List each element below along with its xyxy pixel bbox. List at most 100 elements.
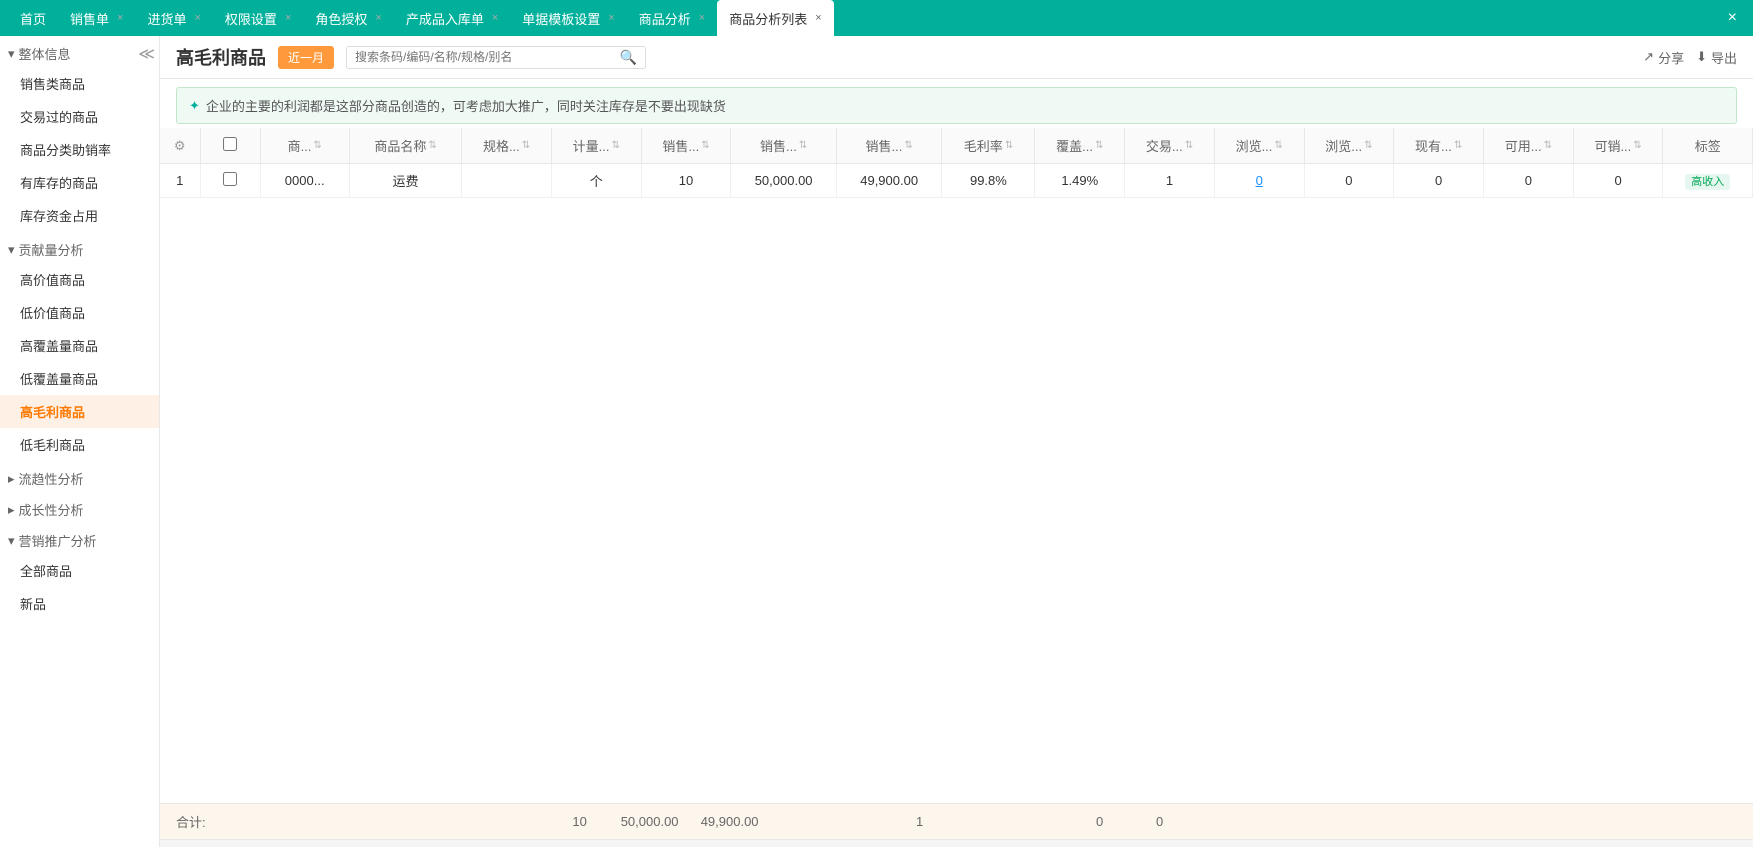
close-sales-order-icon[interactable]: ×: [117, 12, 123, 24]
sidebar-group-growth-analysis[interactable]: ▸ 成长性分析: [0, 492, 159, 523]
bottom-scrollbar[interactable]: [160, 839, 1753, 847]
nav-permission-settings[interactable]: 权限设置 ×: [213, 0, 303, 36]
sort-icon10: ⇅: [1185, 140, 1193, 151]
col-unit[interactable]: 计量... ⇅: [551, 128, 641, 164]
cell-checkbox[interactable]: [200, 164, 260, 198]
col-code[interactable]: 商... ⇅: [260, 128, 349, 164]
sidebar-item-category-rate[interactable]: 商品分类助销率: [0, 133, 159, 166]
col-current-stock[interactable]: 现有... ⇅: [1394, 128, 1484, 164]
cell-browse1[interactable]: 0: [1214, 164, 1304, 198]
close-product-inbound-icon[interactable]: ×: [492, 12, 498, 24]
col-tag[interactable]: 标签: [1663, 128, 1753, 164]
gear-icon[interactable]: ⚙: [174, 138, 186, 153]
nav-template-settings[interactable]: 单据模板设置 ×: [510, 0, 626, 36]
nav-sales-order[interactable]: 销售单 ×: [58, 0, 135, 36]
sort-icon8: ⇅: [1005, 140, 1013, 151]
sidebar-group-trend-analysis[interactable]: ▸ 流趋性分析: [0, 461, 159, 492]
close-product-analysis-list-icon[interactable]: ×: [815, 12, 821, 24]
col-sales3[interactable]: 销售... ⇅: [836, 128, 942, 164]
sidebar-group-marketing-analysis[interactable]: ▾ 营销推广分析: [0, 523, 159, 554]
col-sales1[interactable]: 销售... ⇅: [641, 128, 731, 164]
close-template-settings-icon[interactable]: ×: [608, 12, 614, 24]
col-sales2[interactable]: 销售... ⇅: [731, 128, 837, 164]
tag-badge: 高收入: [1685, 174, 1730, 190]
nav-role-auth[interactable]: 角色授权 ×: [303, 0, 393, 36]
sidebar-item-traded-products[interactable]: 交易过的商品: [0, 100, 159, 133]
sidebar-item-high-value[interactable]: 高价值商品: [0, 263, 159, 296]
cell-available: 0: [1483, 164, 1573, 198]
cell-coverage: 1.49%: [1035, 164, 1125, 198]
col-available[interactable]: 可用... ⇅: [1483, 128, 1573, 164]
info-icon: ✦: [189, 98, 200, 114]
close-purchase-order-icon[interactable]: ×: [194, 12, 200, 24]
col-checkbox[interactable]: [200, 128, 260, 164]
info-message: 企业的主要的利润都是这部分商品创造的，可考虑加大推广，同时关注库存是不要出现缺货: [206, 96, 726, 115]
table-row: 1 0000... 运费 个 10 50,000.00 49,900.00 99…: [160, 164, 1753, 198]
row-checkbox[interactable]: [223, 172, 237, 186]
sidebar-group-overall-info[interactable]: ▾ 整体信息: [0, 36, 159, 67]
sidebar-item-high-coverage[interactable]: 高覆盖量商品: [0, 329, 159, 362]
close-all-tabs-button[interactable]: ×: [1720, 9, 1745, 27]
info-bar: ✦ 企业的主要的利润都是这部分商品创造的，可考虑加大推广，同时关注库存是不要出现…: [176, 87, 1737, 124]
sort-icon6: ⇅: [799, 140, 807, 151]
filter-recent-month-button[interactable]: 近一月: [278, 46, 334, 69]
sidebar-item-low-margin[interactable]: 低毛利商品: [0, 428, 159, 461]
sidebar-item-stock-capital[interactable]: 库存资金占用: [0, 199, 159, 232]
page-title: 高毛利商品: [176, 44, 266, 70]
nav-home[interactable]: 首页: [8, 0, 58, 36]
col-name[interactable]: 商品名称 ⇅: [349, 128, 461, 164]
col-coverage[interactable]: 覆盖... ⇅: [1035, 128, 1125, 164]
col-browse1[interactable]: 浏览... ⇅: [1214, 128, 1304, 164]
sidebar-item-low-coverage[interactable]: 低覆盖量商品: [0, 362, 159, 395]
sidebar-item-sales-products[interactable]: 销售类商品: [0, 67, 159, 100]
sidebar-group-contribution-analysis[interactable]: ▾ 贡献量分析: [0, 232, 159, 263]
close-role-auth-icon[interactable]: ×: [375, 12, 381, 24]
share-button[interactable]: ↗ 分享: [1643, 48, 1684, 67]
col-spec[interactable]: 规格... ⇅: [462, 128, 552, 164]
chevron-down-icon2: ▾: [8, 242, 15, 258]
col-trade[interactable]: 交易... ⇅: [1125, 128, 1215, 164]
chevron-down-icon3: ▾: [8, 533, 15, 549]
col-gear[interactable]: ⚙: [160, 128, 200, 164]
col-browse2[interactable]: 浏览... ⇅: [1304, 128, 1394, 164]
search-icon[interactable]: 🔍: [620, 49, 637, 66]
footer-bar: 合计: 10 50,000.00 49,900.00 1 0 0: [160, 803, 1753, 839]
cell-unit: 个: [551, 164, 641, 198]
sidebar-collapse-button[interactable]: ≪: [138, 44, 155, 64]
sidebar-item-stocked-products[interactable]: 有库存的商品: [0, 166, 159, 199]
nav-product-analysis[interactable]: 商品分析 ×: [627, 0, 717, 36]
select-all-checkbox[interactable]: [223, 137, 237, 151]
nav-purchase-order[interactable]: 进货单 ×: [135, 0, 212, 36]
sidebar-item-low-value[interactable]: 低价值商品: [0, 296, 159, 329]
search-input[interactable]: [355, 50, 620, 64]
sidebar-item-new-products[interactable]: 新品: [0, 587, 159, 620]
footer-available: 0: [1130, 814, 1190, 829]
nav-product-inbound[interactable]: 产成品入库单 ×: [394, 0, 510, 36]
cell-sales3: 49,900.00: [836, 164, 942, 198]
browse1-link[interactable]: 0: [1256, 173, 1263, 188]
sidebar-item-all-products[interactable]: 全部商品: [0, 554, 159, 587]
cell-spec: [462, 164, 552, 198]
sort-icon15: ⇅: [1633, 140, 1641, 151]
cell-gross-rate: 99.8%: [942, 164, 1035, 198]
sort-icon: ⇅: [313, 140, 321, 151]
header-actions: ↗ 分享 ⬇ 导出: [1643, 48, 1737, 67]
footer-sales3: 49,900.00: [690, 814, 770, 829]
cell-index: 1: [160, 164, 200, 198]
export-button[interactable]: ⬇ 导出: [1696, 48, 1737, 67]
close-permission-settings-icon[interactable]: ×: [285, 12, 291, 24]
table-wrapper[interactable]: ⚙ 商... ⇅ 商品名称: [160, 128, 1753, 803]
data-table: ⚙ 商... ⇅ 商品名称: [160, 128, 1753, 198]
content-area: 高毛利商品 近一月 🔍 ↗ 分享 ⬇ 导出 ✦ 企业的主要的利润都是这部分商品创…: [160, 36, 1753, 847]
footer-sales2: 50,000.00: [610, 814, 690, 829]
table-header-row: ⚙ 商... ⇅ 商品名称: [160, 128, 1753, 164]
cell-sales2: 50,000.00: [731, 164, 837, 198]
cell-browse2: 0: [1304, 164, 1394, 198]
sidebar-item-high-margin[interactable]: 高毛利商品: [0, 395, 159, 428]
cell-code: 0000...: [260, 164, 349, 198]
close-product-analysis-icon[interactable]: ×: [699, 12, 705, 24]
nav-product-analysis-list[interactable]: 商品分析列表 ×: [717, 0, 833, 36]
chevron-down-icon: ▾: [8, 46, 15, 62]
col-sellable[interactable]: 可销... ⇅: [1573, 128, 1663, 164]
col-gross-rate[interactable]: 毛利率 ⇅: [942, 128, 1035, 164]
